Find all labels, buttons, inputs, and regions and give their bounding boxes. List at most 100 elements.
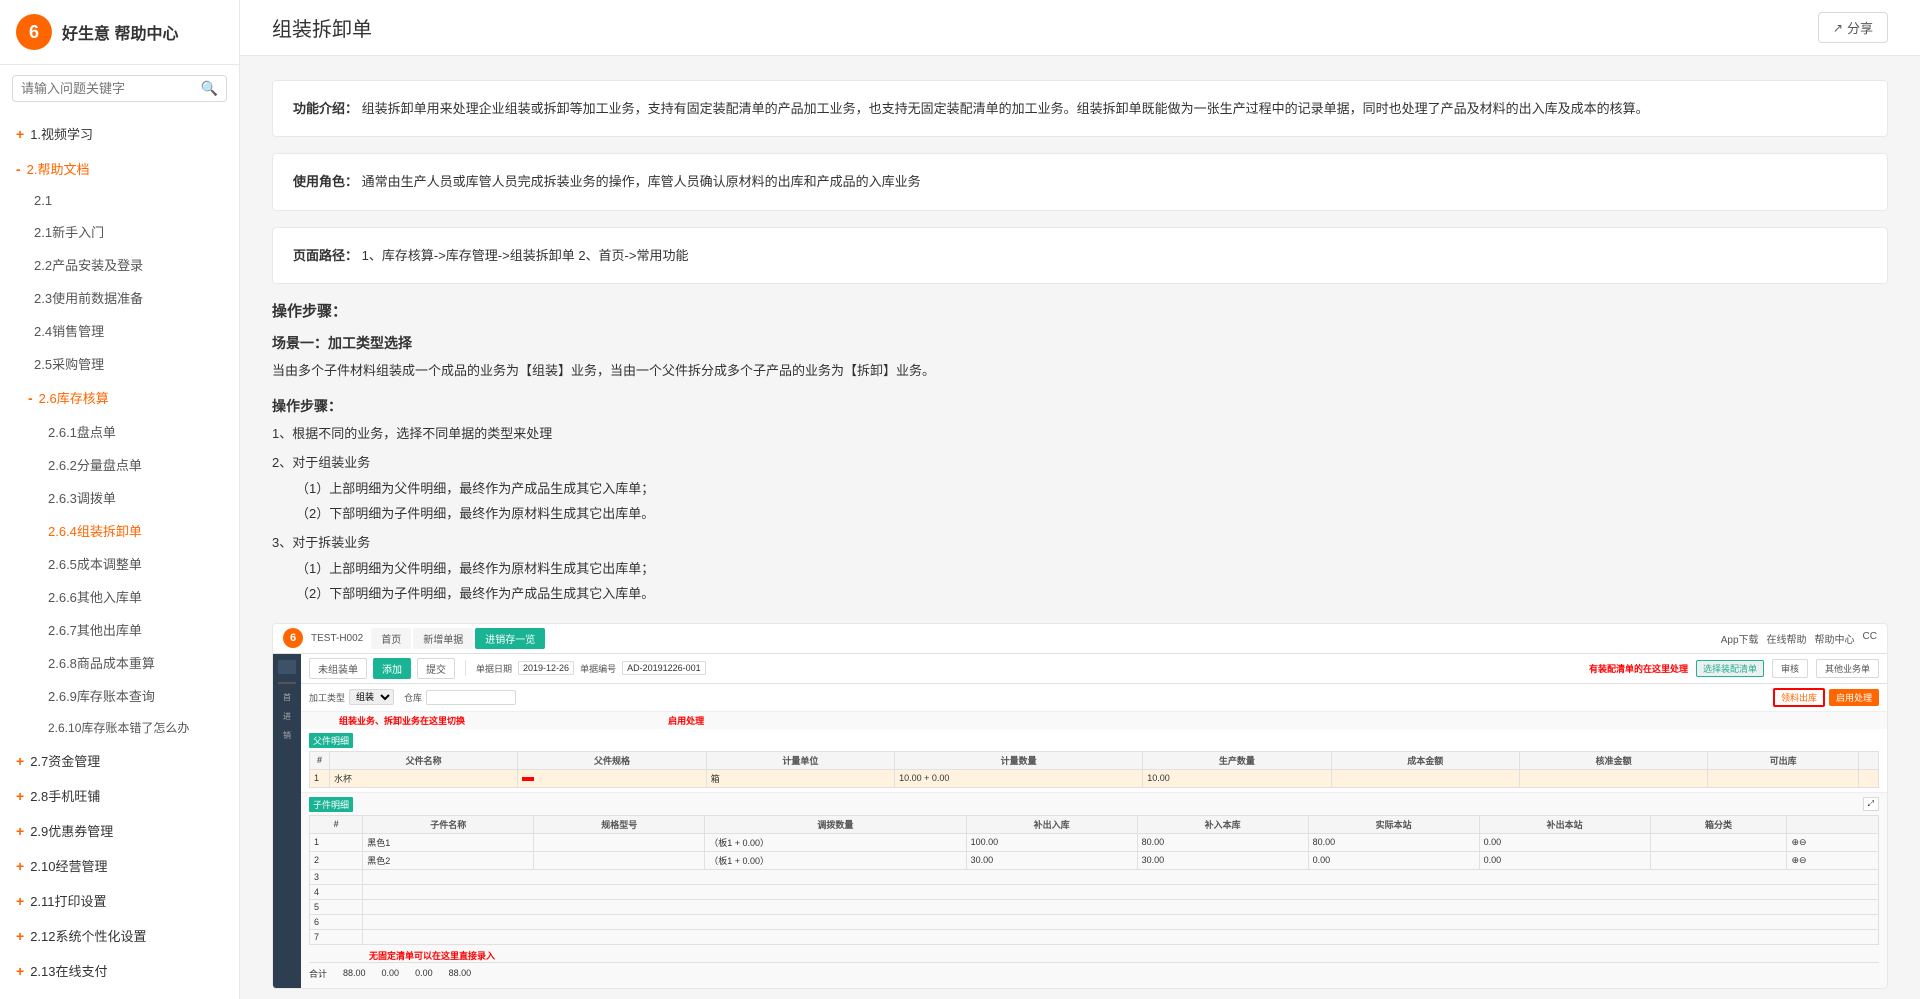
sidebar-item-2-1[interactable]: 2.1	[0, 186, 239, 215]
search-icon[interactable]: 🔍	[201, 80, 218, 97]
expand-icon-2-10: +	[16, 858, 24, 874]
table-row: 7	[310, 929, 1879, 944]
sidebar-item-2-4[interactable]: 2.4销售管理	[0, 314, 239, 347]
sim-sub-col-box: 箱分类	[1650, 815, 1787, 833]
sim-col-parent-spec: 父件规格	[518, 751, 706, 769]
sidebar-item-2-6-9[interactable]: 2.6.9库存账本查询	[0, 679, 239, 712]
nav-category-2-10[interactable]: + 2.10经营管理	[0, 848, 239, 883]
expand-icon-2-9: +	[16, 823, 24, 839]
sim-total-4: 88.00	[449, 968, 472, 978]
sim-sub-header: 子件明细 ⤢	[309, 797, 1879, 812]
sim-date-value[interactable]: 2019-12-26	[518, 661, 574, 675]
sim-type-select[interactable]: 组装 拆卸	[349, 689, 394, 705]
sim-no-value[interactable]: AD-20191226-001	[622, 661, 706, 675]
sidebar-item-2-6-10[interactable]: 2.6.10库存账本错了怎么办	[0, 712, 239, 743]
sidebar-item-2-6-4[interactable]: 2.6.4组装拆卸单	[0, 514, 239, 547]
sim-sub-cell-5-empty	[363, 899, 1879, 914]
sidebar-item-2-6-5[interactable]: 2.6.5成本调整单	[0, 547, 239, 580]
sidebar: 6 好生意 帮助中心 🔍 + 1.视频学习 - 2.帮助文档 2.1 2.1新手…	[0, 0, 240, 999]
sim-form-warehouse: 仓库	[404, 690, 516, 705]
table-row: 6	[310, 914, 1879, 929]
nav-category-2-6[interactable]: - 2.6库存核算	[0, 380, 239, 415]
nav-category-2-14[interactable]: + 2.14常见问题	[0, 988, 239, 999]
sim-btn-other[interactable]: 审核	[1772, 659, 1808, 678]
nav-category-2-13-label: 2.13在线支付	[30, 961, 107, 980]
sim-startup-btn[interactable]: 启用处理	[1829, 689, 1879, 706]
intro-text: 组装拆卸单用来处理企业组装或拆卸等加工业务，支持有固定装配清单的产品加工业务，也…	[362, 101, 1649, 116]
nav-category-2-12[interactable]: + 2.12系统个性化设置	[0, 918, 239, 953]
sim-sub-cell-1-t5: 0.00	[1479, 833, 1650, 851]
sim-btn-submit[interactable]: 提交	[417, 658, 455, 679]
sidebar-item-2-6-1[interactable]: 2.6.1盘点单	[0, 415, 239, 448]
sim-nav-tabs: 首页 新增单据 进销存一览	[371, 628, 1713, 649]
nav-category-2-13[interactable]: + 2.13在线支付	[0, 953, 239, 988]
table-row: 2 黑色2 （板1 + 0.00） 30.00 30.00 0.00 0.00	[310, 851, 1879, 869]
nav-category-2[interactable]: - 2.帮助文档	[0, 151, 239, 186]
sim-tab-new[interactable]: 新增单据	[413, 628, 473, 649]
share-button[interactable]: ↗ 分享	[1818, 12, 1888, 43]
sim-col-prod-qty: 生产数量	[1143, 751, 1331, 769]
sim-cell-qty: 10.00 + 0.00	[895, 769, 1143, 787]
scene1-title: 场景一：加工类型选择	[272, 333, 1888, 353]
sim-sub-cell-3-num: 3	[310, 869, 363, 884]
sidebar-item-2-6-7[interactable]: 2.6.7其他出库单	[0, 613, 239, 646]
sim-toolbar: 未组装单 添加 提交 单据日期 2019-12-26 单据编号 AD-20191…	[301, 654, 1887, 684]
nav-category-1[interactable]: + 1.视频学习	[0, 116, 239, 151]
page-title: 组装拆卸单	[272, 13, 372, 42]
nav-category-2-11[interactable]: + 2.11打印设置	[0, 883, 239, 918]
sidebar-item-2-5[interactable]: 2.5采购管理	[0, 347, 239, 380]
sim-company: TEST-H002	[311, 633, 363, 644]
sim-btn-other2[interactable]: 其他业务单	[1816, 659, 1879, 678]
nav-category-2-10-label: 2.10经营管理	[30, 856, 107, 875]
sim-cell-cost	[1331, 769, 1519, 787]
sim-toolbar-right: 有装配清单的在这里处理 选择装配清单 审核 其他业务单	[712, 659, 1879, 678]
sim-sub-cell-3-empty	[363, 869, 1879, 884]
sim-col-qty: 计量数量	[895, 751, 1143, 769]
path-text: 1、库存核算->库存管理->组装拆卸单 2、首页->常用功能	[362, 248, 689, 263]
sidebar-item-2-6-3[interactable]: 2.6.3调拨单	[0, 481, 239, 514]
sim-parent-spec-input[interactable]	[522, 777, 534, 781]
sim-btn-unassembled[interactable]: 未组装单	[309, 658, 367, 679]
sim-col-cost: 成本金额	[1331, 751, 1519, 769]
sim-warehouse-input[interactable]	[426, 690, 516, 705]
sim-cell-approved	[1519, 769, 1707, 787]
sim-btn-add[interactable]: 添加	[373, 658, 411, 679]
sidebar-item-2-2[interactable]: 2.2产品安装及登录	[0, 248, 239, 281]
sim-sub-cell-2-t3: 30.00	[1137, 851, 1308, 869]
role-label: 使用角色：	[293, 174, 358, 189]
sim-sub-section: 子件明细 ⤢ # 子件名称 规格型号 调	[301, 792, 1887, 988]
nav-category-2-9[interactable]: + 2.9优惠券管理	[0, 813, 239, 848]
sidebar-item-2-6-2[interactable]: 2.6.2分量盘点单	[0, 448, 239, 481]
sim-total-2: 0.00	[382, 968, 400, 978]
main-header: 组装拆卸单 ↗ 分享	[240, 0, 1920, 56]
sidebar-header: 6 好生意 帮助中心	[0, 0, 239, 65]
nav-category-2-7[interactable]: + 2.7资金管理	[0, 743, 239, 778]
sidebar-item-2-6-6[interactable]: 2.6.6其他入库单	[0, 580, 239, 613]
table-row: 4	[310, 884, 1879, 899]
nav-category-1-label: 1.视频学习	[30, 124, 93, 143]
step3-text: 3、对于拆装业务	[272, 531, 1888, 556]
expand-icon-2-11: +	[16, 893, 24, 909]
sidebar-item-2-1-label[interactable]: 2.1新手入门	[0, 215, 239, 248]
sim-col-num: #	[310, 751, 330, 769]
sim-btn-assembly[interactable]: 选择装配清单	[1696, 660, 1764, 677]
expand-icon-1: +	[16, 126, 24, 142]
sim-startup-group: 领料出库 启用处理	[1773, 688, 1879, 707]
search-box[interactable]: 🔍	[12, 75, 227, 102]
nav-category-2-8-label: 2.8手机旺铺	[30, 786, 100, 805]
sim-col-parent-name: 父件名称	[330, 751, 518, 769]
sim-tab-home[interactable]: 首页	[371, 628, 411, 649]
step3-2-text: （2）下部明细为子件明细，最终作为产成品生成其它入库单。	[272, 582, 1888, 607]
sim-strip-item-3: 销	[283, 730, 291, 741]
sidebar-item-2-3[interactable]: 2.3使用前数据准备	[0, 281, 239, 314]
nav-category-2-8[interactable]: + 2.8手机旺铺	[0, 778, 239, 813]
step2-text: 2、对于组装业务	[272, 451, 1888, 476]
sim-strip-item-1: 首	[283, 692, 291, 703]
search-input[interactable]	[21, 81, 201, 96]
step3-1-text: （1）上部明细为父件明细，最终作为原材料生成其它出库单；	[272, 557, 1888, 582]
main-area: 组装拆卸单 ↗ 分享 功能介绍： 组装拆卸单用来处理企业组装或拆卸等加工业务，支…	[240, 0, 1920, 999]
sidebar-item-2-6-8[interactable]: 2.6.8商品成本重算	[0, 646, 239, 679]
sim-tab-overview[interactable]: 进销存一览	[475, 628, 545, 649]
sim-annotation-row: 组装业务、拆卸业务在这里切换 启用处理	[301, 712, 1887, 729]
sim-expand-btn[interactable]: ⤢	[1863, 797, 1879, 811]
